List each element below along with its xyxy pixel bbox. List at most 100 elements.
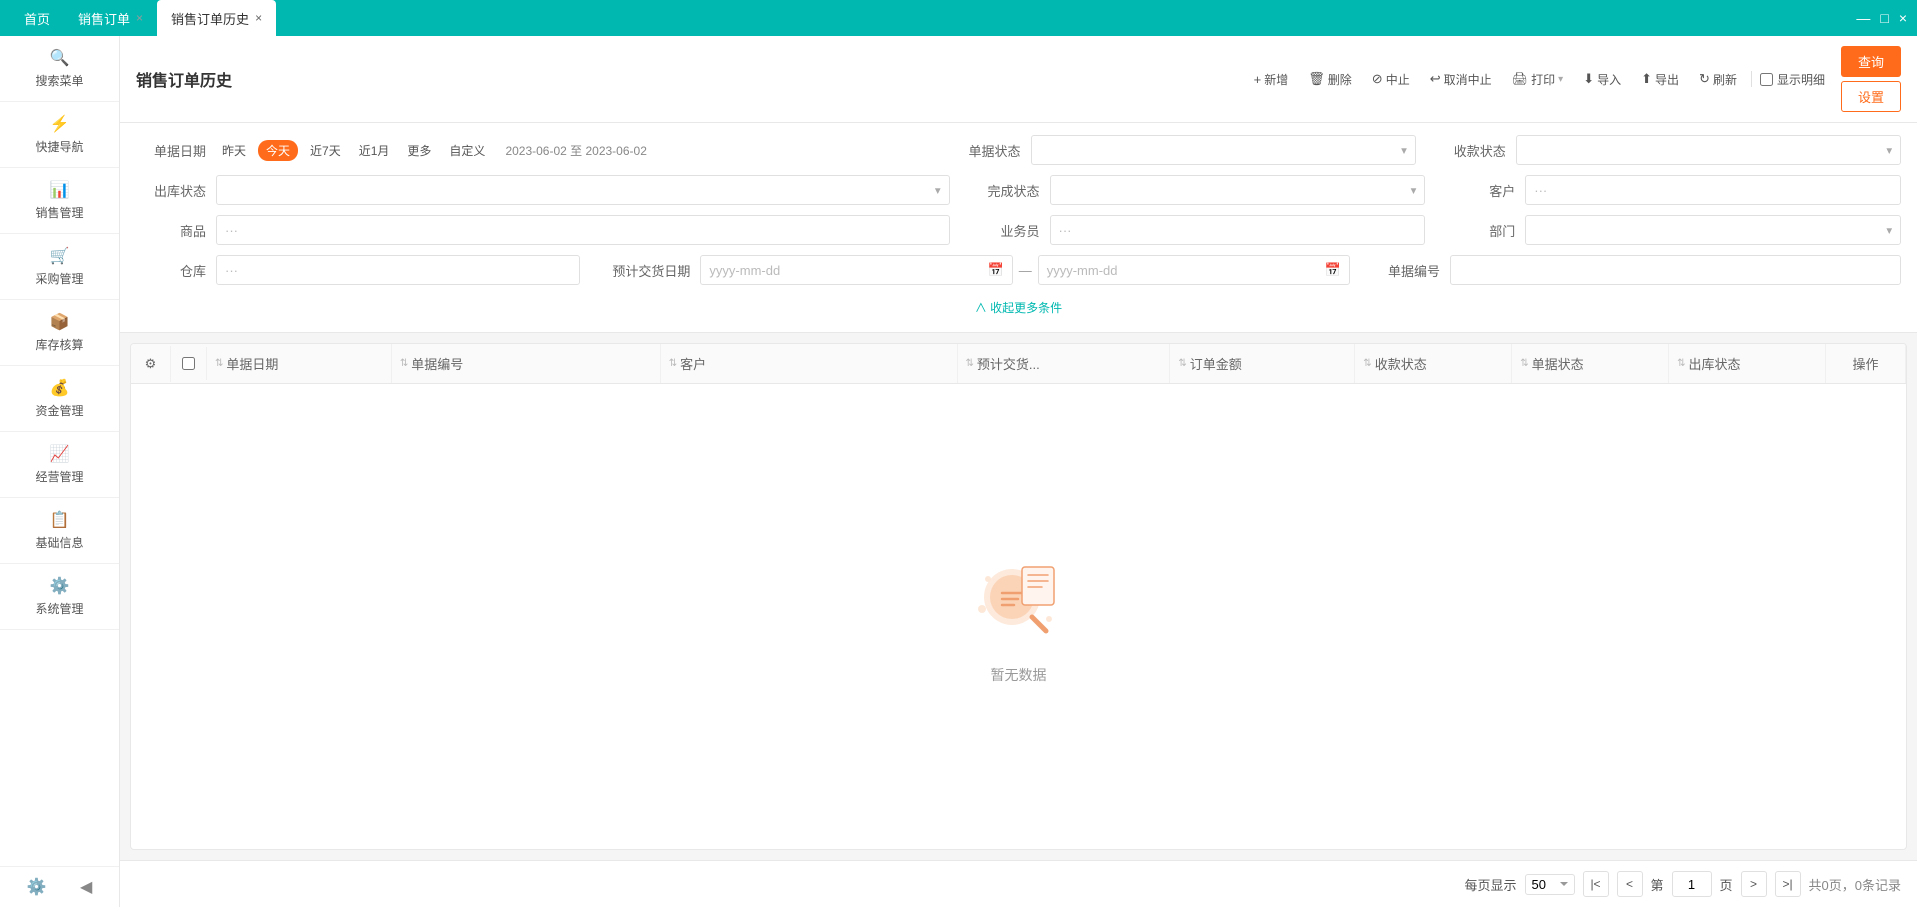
shortcut-yesterday[interactable]: 昨天 (216, 140, 252, 161)
delivery-from-placeholder: yyyy-mm-dd (709, 263, 780, 278)
cancel-stop-icon: ↩ (1430, 71, 1441, 87)
sidebar-item-operations[interactable]: 📈 经营管理 (0, 432, 119, 498)
shortcut-1month[interactable]: 近1月 (353, 140, 396, 161)
goods-label: 商品 (136, 221, 216, 240)
th-payment[interactable]: ⇅ 收款状态 (1355, 344, 1512, 383)
tab-sales-order-history[interactable]: 销售订单历史 × (157, 0, 276, 36)
customer-control[interactable]: ··· (1525, 175, 1901, 205)
minimize-icon[interactable]: — (1856, 10, 1870, 26)
page-prev-button[interactable]: < (1617, 871, 1643, 897)
export-button[interactable]: ⬆ 导出 (1635, 67, 1685, 92)
page-last-button[interactable]: >| (1775, 871, 1801, 897)
department-control[interactable]: ▾ (1525, 215, 1901, 245)
calendar-to-icon[interactable]: 📅 (1325, 262, 1341, 278)
delete-icon: 🗑 (1308, 71, 1325, 87)
th-no[interactable]: ⇅ 单据编号 (392, 344, 661, 383)
shortcut-custom[interactable]: 自定义 (443, 140, 491, 161)
th-date[interactable]: ⇅ 单据日期 (207, 344, 392, 383)
collapse-sidebar-icon[interactable]: ◀ (80, 877, 92, 897)
th-amount-label: 订单金额 (1190, 354, 1242, 373)
page-first-button[interactable]: |< (1583, 871, 1609, 897)
shortcut-more[interactable]: 更多 (401, 140, 437, 161)
cancel-stop-button[interactable]: ↩ 取消中止 (1424, 67, 1498, 92)
sidebar-item-sales-mgmt[interactable]: 📊 销售管理 (0, 168, 119, 234)
th-delivery-sort-icon: ⇅ (966, 358, 974, 369)
print-button[interactable]: 🖨 打印 ▾ (1506, 67, 1570, 92)
complete-status-arrow: ▾ (1411, 184, 1417, 197)
sidebar-item-system[interactable]: ⚙️ 系统管理 (0, 564, 119, 630)
sidebar-item-basic-info[interactable]: 📋 基础信息 (0, 498, 119, 564)
shortcut-today[interactable]: 今天 (258, 140, 298, 161)
sidebar-item-operations-label: 经营管理 (35, 468, 83, 485)
salesperson-control[interactable]: ··· (1050, 215, 1426, 245)
delete-button[interactable]: 🗑 删除 (1302, 67, 1358, 92)
sidebar-item-sales-mgmt-label: 销售管理 (35, 204, 83, 221)
new-button[interactable]: + 新增 (1248, 67, 1295, 92)
query-button[interactable]: 查询 (1841, 46, 1901, 77)
delivery-date-from[interactable]: yyyy-mm-dd 📅 (700, 255, 1012, 285)
page-title: 销售订单历史 (136, 67, 232, 91)
sales-mgmt-icon: 📊 (50, 180, 70, 200)
bill-status-control[interactable]: ▾ (1031, 135, 1416, 165)
complete-status-control[interactable]: ▾ (1050, 175, 1426, 205)
delivery-date-to[interactable]: yyyy-mm-dd 📅 (1038, 255, 1350, 285)
cancel-stop-label: 取消中止 (1444, 71, 1492, 88)
display-toggle[interactable]: 显示明细 (1760, 71, 1825, 88)
refresh-button[interactable]: ↻ 刷新 (1693, 67, 1743, 92)
print-label: 打印 (1531, 71, 1555, 88)
out-status-control[interactable]: ▾ (216, 175, 950, 205)
filter-row-3: 商品 ··· 业务员 ··· 部门 ▾ (136, 215, 1901, 245)
sidebar-item-purchase-mgmt[interactable]: 🛒 采购管理 (0, 234, 119, 300)
sidebar-item-search-menu[interactable]: 🔍 搜索菜单 (0, 36, 119, 102)
settings-bottom-icon[interactable]: ⚙️ (27, 877, 47, 897)
date-range-label: 单据日期 (136, 141, 216, 160)
print-icon: 🖨 (1512, 71, 1529, 87)
th-out[interactable]: ⇅ 出库状态 (1669, 344, 1826, 383)
shortcut-7days[interactable]: 近7天 (304, 140, 347, 161)
settings-button[interactable]: 设置 (1841, 81, 1901, 112)
department-label: 部门 (1445, 221, 1525, 240)
sidebar-bottom: ⚙️ ◀ (0, 866, 119, 907)
th-checkbox[interactable] (171, 347, 207, 380)
tab-sales-order-history-label: 销售订单历史 (171, 9, 249, 28)
warehouse-control[interactable]: ··· (216, 255, 580, 285)
page-next-button[interactable]: > (1741, 871, 1767, 897)
sidebar-item-quick-nav[interactable]: ⚡ 快捷导航 (0, 102, 119, 168)
tab-sales-order[interactable]: 销售订单 × (64, 0, 157, 36)
close-icon[interactable]: × (1899, 10, 1907, 26)
calendar-from-icon[interactable]: 📅 (988, 262, 1004, 278)
toolbar: + 新增 🗑 删除 ⊘ 中止 ↩ 取消中止 (1248, 46, 1901, 112)
stop-button[interactable]: ⊘ 中止 (1366, 67, 1416, 92)
table-area: ⚙ ⇅ 单据日期 ⇅ 单据编号 ⇅ 客户 ⇅ (130, 343, 1907, 850)
th-status[interactable]: ⇅ 单据状态 (1512, 344, 1669, 383)
tab-sales-order-close[interactable]: × (136, 11, 143, 25)
basic-info-icon: 📋 (50, 510, 70, 530)
filter-row-2: 出库状态 ▾ 完成状态 ▾ 客户 ··· (136, 175, 1901, 205)
sidebar-item-finance[interactable]: 💰 资金管理 (0, 366, 119, 432)
customer-label: 客户 (1445, 181, 1525, 200)
th-customer[interactable]: ⇅ 客户 (661, 344, 958, 383)
page-input[interactable] (1672, 871, 1712, 897)
maximize-icon[interactable]: □ (1880, 10, 1888, 26)
tab-sales-order-history-close[interactable]: × (255, 11, 262, 25)
content-area: 销售订单历史 + 新增 🗑 删除 ⊘ 中止 ↩ (120, 36, 1917, 907)
select-all-checkbox[interactable] (182, 357, 195, 370)
page-size-select[interactable]: 20 50 100 (1525, 874, 1575, 895)
import-button[interactable]: ⬇ 导入 (1577, 67, 1627, 92)
goods-control[interactable]: ··· (216, 215, 950, 245)
sidebar-item-finance-label: 资金管理 (35, 402, 83, 419)
payment-status-control[interactable]: ▾ (1516, 135, 1901, 165)
complete-status-label: 完成状态 (970, 181, 1050, 200)
salesperson-dots: ··· (1059, 223, 1072, 238)
sidebar-item-inventory[interactable]: 📦 库存核算 (0, 300, 119, 366)
th-status-sort-icon: ⇅ (1520, 358, 1528, 369)
th-settings[interactable]: ⚙ (131, 346, 171, 382)
th-amount[interactable]: ⇅ 订单金额 (1170, 344, 1355, 383)
tab-home[interactable]: 首页 (10, 0, 64, 36)
th-delivery[interactable]: ⇅ 预计交货... (958, 344, 1171, 383)
bill-no-control[interactable] (1450, 255, 1901, 285)
display-toggle-checkbox[interactable] (1760, 73, 1773, 86)
collapse-row[interactable]: ∧ 收起更多条件 (136, 295, 1901, 320)
bill-status-label: 单据状态 (951, 141, 1031, 160)
operations-icon: 📈 (50, 444, 70, 464)
